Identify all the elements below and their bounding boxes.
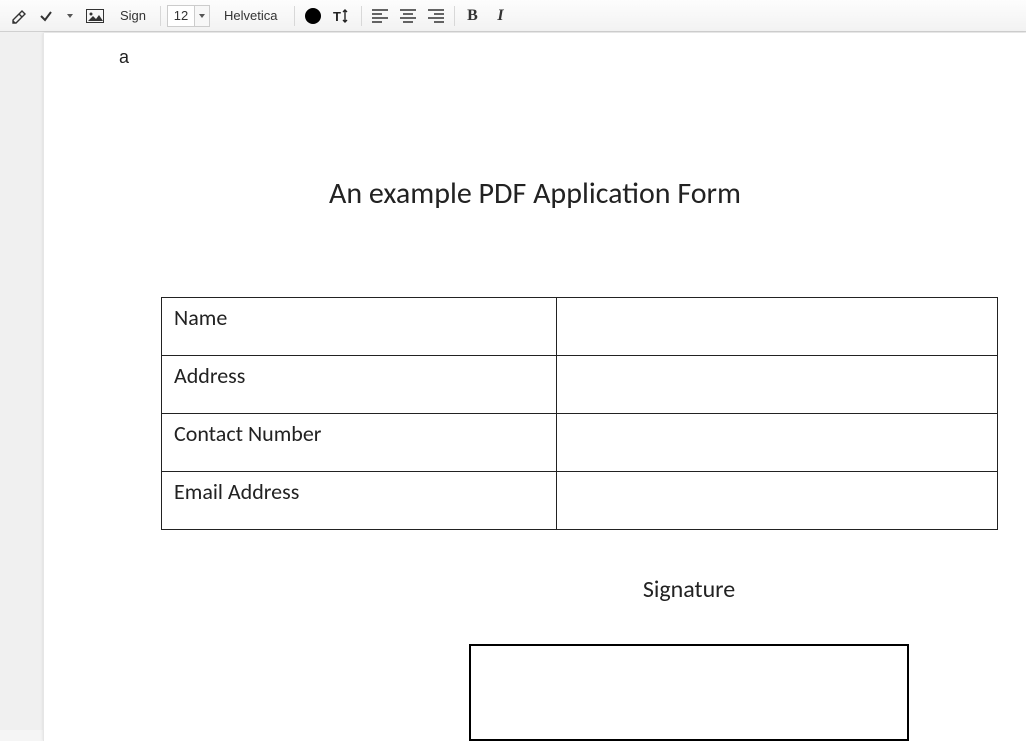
stray-text[interactable]: a xyxy=(119,47,129,68)
align-left-button[interactable] xyxy=(368,4,392,28)
sign-button[interactable]: Sign xyxy=(112,4,154,28)
table-row: Email Address xyxy=(162,472,998,530)
document-page[interactable]: a An example PDF Application Form Name A… xyxy=(43,33,1026,741)
signature-label: Signature xyxy=(469,575,909,604)
form-title: An example PDF Application Form xyxy=(44,175,1026,212)
image-icon[interactable] xyxy=(82,4,108,28)
font-name-selector[interactable]: Helvetica xyxy=(214,4,287,28)
italic-button[interactable]: I xyxy=(489,4,513,28)
font-name-label: Helvetica xyxy=(224,8,277,23)
field-value[interactable] xyxy=(557,298,998,356)
toolbar-separator xyxy=(160,6,161,26)
toolbar-separator xyxy=(361,6,362,26)
text-color-button[interactable] xyxy=(301,4,325,28)
field-value[interactable] xyxy=(557,356,998,414)
toolbar-separator xyxy=(294,6,295,26)
align-center-button[interactable] xyxy=(396,4,420,28)
table-row: Address xyxy=(162,356,998,414)
toolbar-separator xyxy=(454,6,455,26)
bold-button[interactable]: B xyxy=(461,4,485,28)
checkmark-dropdown-icon[interactable] xyxy=(62,4,78,28)
toolbar: Sign 12 Helvetica T B I xyxy=(0,0,1026,32)
field-label: Email Address xyxy=(162,472,557,530)
svg-text:T: T xyxy=(333,9,341,24)
signature-box[interactable] xyxy=(469,644,909,741)
editor-canvas: a An example PDF Application Form Name A… xyxy=(0,32,1026,730)
line-height-button[interactable]: T xyxy=(329,4,355,28)
field-label: Contact Number xyxy=(162,414,557,472)
table-row: Contact Number xyxy=(162,414,998,472)
checkmark-icon[interactable] xyxy=(34,4,58,28)
sign-label: Sign xyxy=(120,8,146,23)
form-table: Name Address Contact Number Email Addres… xyxy=(161,297,998,530)
field-label: Name xyxy=(162,298,557,356)
color-circle-icon xyxy=(305,8,321,24)
bold-icon: B xyxy=(467,7,478,25)
font-size-group: 12 xyxy=(167,4,210,28)
table-row: Name xyxy=(162,298,998,356)
field-value[interactable] xyxy=(557,414,998,472)
italic-icon: I xyxy=(497,7,503,25)
font-size-spinner[interactable] xyxy=(194,5,210,27)
field-value[interactable] xyxy=(557,472,998,530)
eraser-icon[interactable] xyxy=(6,4,30,28)
font-size-input[interactable]: 12 xyxy=(167,5,195,27)
align-right-button[interactable] xyxy=(424,4,448,28)
field-label: Address xyxy=(162,356,557,414)
